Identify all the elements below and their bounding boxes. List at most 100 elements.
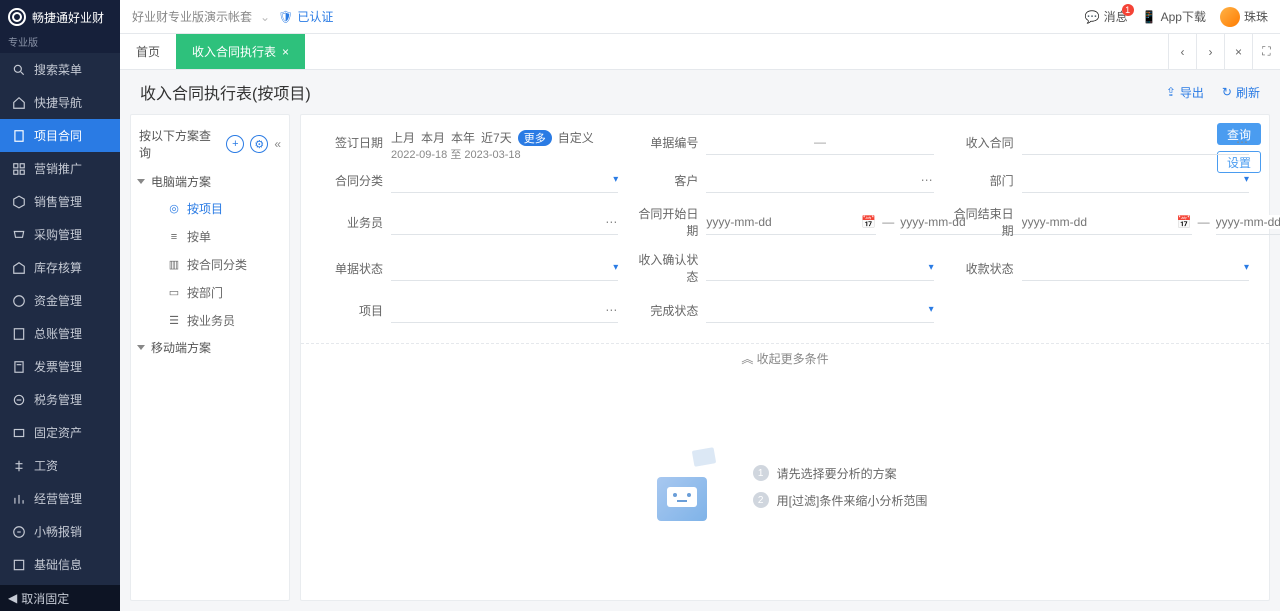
empty-step-1: 1请先选择要分析的方案 (753, 465, 928, 482)
menu-assets[interactable]: 固定资产 (0, 416, 120, 449)
brand-logo: 畅捷通好业财 (0, 0, 120, 34)
scheme-item-salesman[interactable]: ☰按业务员 (135, 307, 285, 334)
doc-status-select[interactable]: ▾ (391, 255, 618, 281)
label-collect-status: 收款状态 (952, 260, 1014, 277)
label-contract: 收入合同 (952, 134, 1014, 151)
label-doc-no: 单据编号 (636, 134, 698, 151)
page-header: 收入合同执行表(按项目) ⇪导出 ↻刷新 (120, 70, 1280, 114)
content: 收入合同执行表(按项目) ⇪导出 ↻刷新 按以下方案查询 + ⚙ « 电脑端方案 (120, 70, 1280, 611)
label-salesman: 业务员 (321, 214, 383, 231)
warehouse-icon (12, 261, 26, 275)
sign-date-control: 上月 本月 本年 近7天 更多 自定义 2022-09-18 至 2023-03… (391, 129, 618, 155)
sidebar-pin-toggle[interactable]: ◀ 取消固定 (0, 585, 120, 611)
home-icon (12, 96, 26, 110)
menu-project-contract[interactable]: 项目合同 (0, 119, 120, 152)
chevron-down-icon: ▾ (613, 262, 618, 273)
sidebar-menu: 搜索菜单 快捷导航 项目合同 营销推广 销售管理 采购管理 库存核算 资金管理 … (0, 53, 120, 585)
date-custom[interactable]: 自定义 (558, 129, 594, 146)
env-selector[interactable]: 好业财专业版演示帐套 ⌄ 🛡 已认证 (132, 8, 1073, 25)
fullscreen-button[interactable]: ⛶ (1252, 34, 1280, 70)
calendar-icon: 📅 (1177, 215, 1192, 229)
date-last-month[interactable]: 上月 (391, 129, 415, 146)
tab-close-icon[interactable]: × (282, 45, 289, 59)
income-confirm-select[interactable]: ▾ (706, 255, 933, 281)
project-select[interactable]: ⋯ (391, 297, 618, 323)
category-select[interactable]: ▾ (391, 167, 618, 193)
menu-quicknav[interactable]: 快捷导航 (0, 86, 120, 119)
dept-select[interactable]: ▾ (1022, 167, 1249, 193)
refresh-button[interactable]: ↻刷新 (1222, 84, 1260, 101)
scheme-item-project[interactable]: ◎按项目 (135, 195, 285, 222)
end-date-from-input[interactable] (1022, 215, 1177, 229)
chat-icon: 💬 (1085, 10, 1100, 24)
tab-next-button[interactable]: › (1196, 34, 1224, 70)
tab-home[interactable]: 首页 (120, 34, 176, 69)
chart-icon (12, 492, 26, 506)
menu-funds[interactable]: 资金管理 (0, 284, 120, 317)
menu-purchase[interactable]: 采购管理 (0, 218, 120, 251)
date-last-7[interactable]: 近7天 (481, 129, 512, 146)
chevron-down-icon: ⌄ (260, 10, 270, 24)
end-date-to-input[interactable] (1216, 215, 1280, 229)
menu-business[interactable]: 经营管理 (0, 482, 120, 515)
end-date-from[interactable]: 📅 (1022, 209, 1192, 235)
scheme-add-button[interactable]: + (226, 135, 244, 153)
menu-basic[interactable]: 基础信息 (0, 548, 120, 581)
end-date-to[interactable]: 📅 (1216, 209, 1280, 235)
contract-select[interactable]: ⋯ (1022, 129, 1249, 155)
scheme-collapse-button[interactable]: « (274, 137, 281, 151)
collect-status-select[interactable]: ▾ (1022, 255, 1249, 281)
chevron-down-icon: ▾ (929, 262, 934, 273)
chevron-down-icon: ▾ (613, 174, 618, 185)
tax-icon (12, 393, 26, 407)
empty-step-2: 2用[过滤]条件来缩小分析范围 (753, 492, 928, 509)
scheme-group-mobile[interactable]: 移动端方案 (131, 335, 289, 360)
book-icon (12, 327, 26, 341)
scheme-item-order[interactable]: ≡按单 (135, 223, 285, 250)
messages-button[interactable]: 💬 消息 1 (1085, 8, 1128, 25)
date-range-display: 2022-09-18 至 2023-03-18 (391, 146, 521, 162)
menu-tax[interactable]: 税务管理 (0, 383, 120, 416)
more-icon: ⋯ (605, 215, 618, 229)
export-button[interactable]: ⇪导出 (1166, 84, 1204, 101)
customer-select[interactable]: ⋯ (706, 167, 933, 193)
topbar: 好业财专业版演示帐套 ⌄ 🛡 已认证 💬 消息 1 📱 App下载 (120, 0, 1280, 34)
menu-salary[interactable]: 工资 (0, 449, 120, 482)
doc-no-input[interactable]: — (706, 129, 933, 155)
tab-current[interactable]: 收入合同执行表 × (176, 34, 305, 69)
export-icon: ⇪ (1166, 85, 1176, 99)
date-more[interactable]: 更多 (518, 130, 552, 146)
date-this-month[interactable]: 本月 (421, 129, 445, 146)
menu-inventory[interactable]: 库存核算 (0, 251, 120, 284)
user-menu[interactable]: 珠珠 (1220, 7, 1268, 27)
sidebar: 畅捷通好业财 专业版 搜索菜单 快捷导航 项目合同 营销推广 销售管理 采购管理… (0, 0, 120, 611)
scheme-settings-button[interactable]: ⚙ (250, 135, 268, 153)
cart-icon (12, 228, 26, 242)
menu-sales[interactable]: 销售管理 (0, 185, 120, 218)
scheme-group-desktop[interactable]: 电脑端方案 (131, 169, 289, 194)
date-this-year[interactable]: 本年 (451, 129, 475, 146)
menu-search[interactable]: 搜索菜单 (0, 53, 120, 86)
label-dept: 部门 (952, 172, 1014, 189)
scheme-item-dept[interactable]: ▭按部门 (135, 279, 285, 306)
salesman-select[interactable]: ⋯ (391, 209, 618, 235)
verified-badge: 🛡 已认证 (278, 8, 333, 25)
start-date-from[interactable]: 📅 (706, 209, 876, 235)
coin-icon (12, 294, 26, 308)
tab-close-all-button[interactable]: × (1224, 34, 1252, 70)
menu-expense[interactable]: 小畅报销 (0, 515, 120, 548)
complete-status-select[interactable]: ▾ (706, 297, 933, 323)
tab-prev-button[interactable]: ‹ (1168, 34, 1196, 70)
tabbar: 首页 收入合同执行表 × ‹ › × ⛶ (120, 34, 1280, 70)
more-icon: ⋯ (921, 173, 934, 187)
start-date-from-input[interactable] (706, 215, 861, 229)
menu-invoice[interactable]: 发票管理 (0, 350, 120, 383)
label-project: 项目 (321, 302, 383, 319)
scheme-item-category[interactable]: ▥按合同分类 (135, 251, 285, 278)
menu-ledger[interactable]: 总账管理 (0, 317, 120, 350)
empty-illustration (643, 447, 723, 527)
collapse-filters-button[interactable]: ︽ 收起更多条件 (301, 343, 1269, 373)
menu-marketing[interactable]: 营销推广 (0, 152, 120, 185)
app-download-button[interactable]: 📱 App下载 (1142, 8, 1206, 25)
dept-icon: ▭ (167, 286, 181, 300)
